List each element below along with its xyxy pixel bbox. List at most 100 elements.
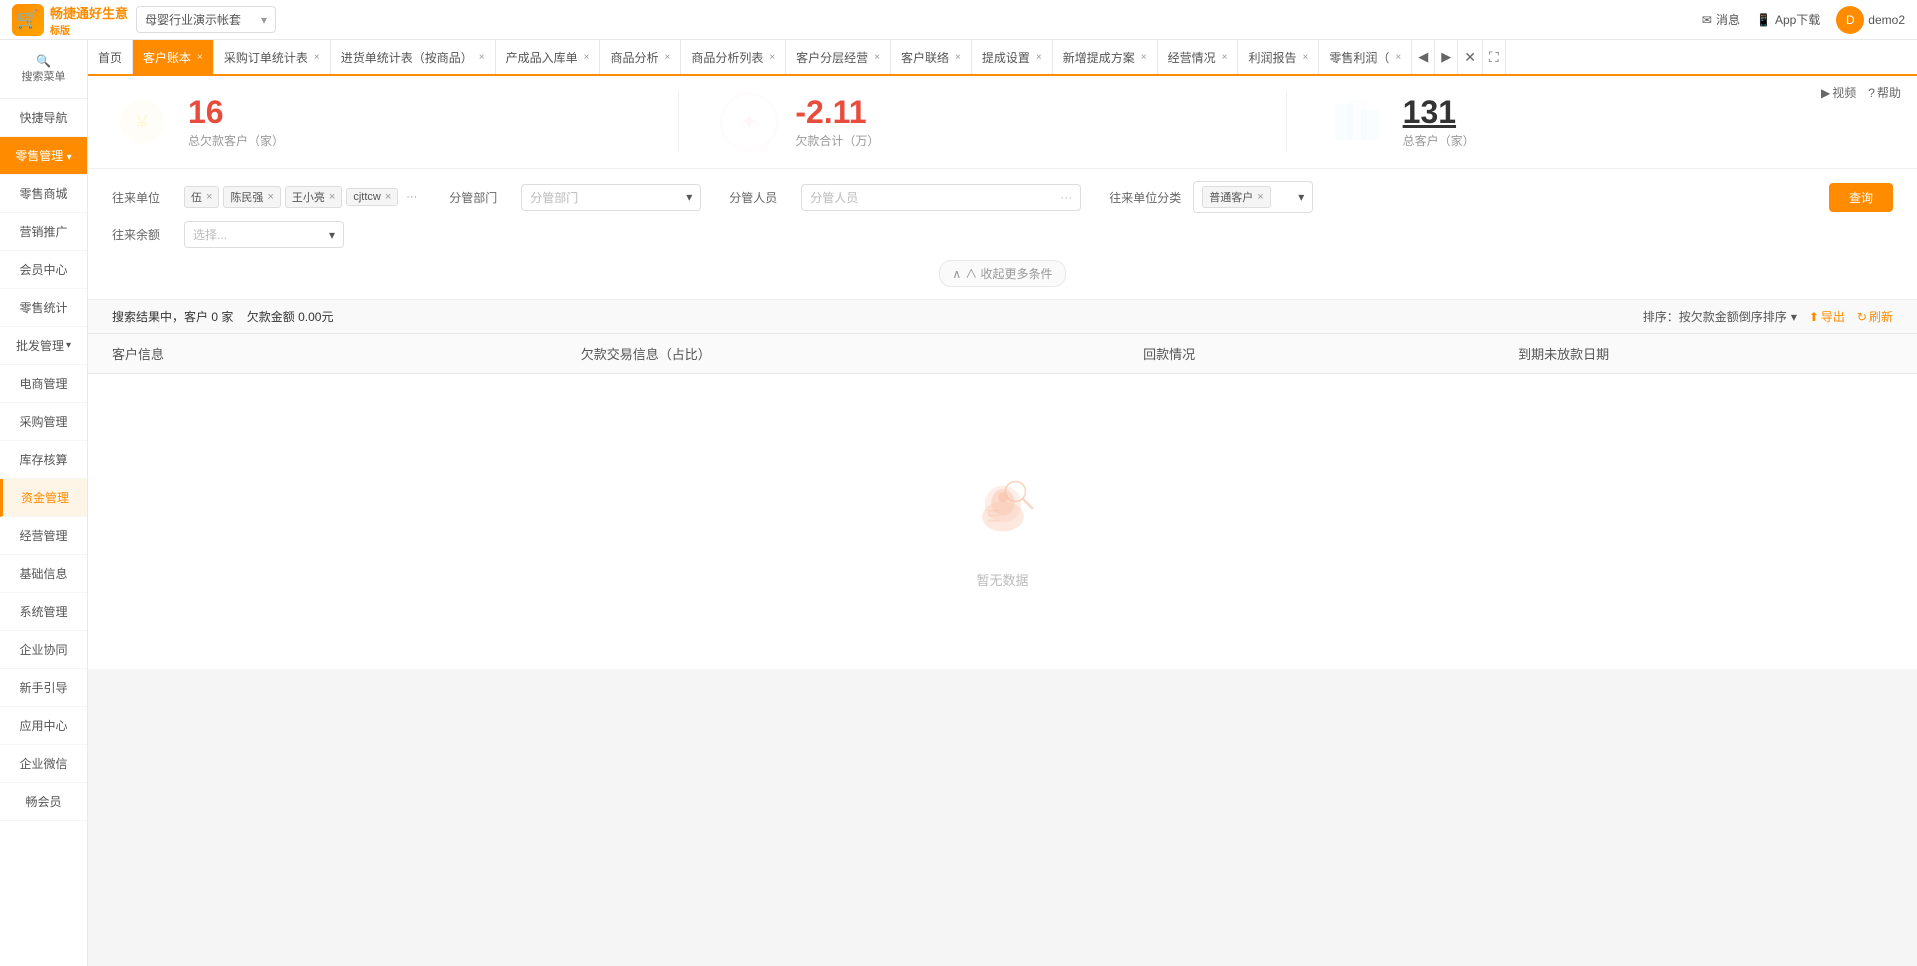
sidebar-item-marketing[interactable]: 营销推广: [0, 213, 87, 251]
video-btn[interactable]: ▶ 视频: [1821, 84, 1856, 101]
store-selector[interactable]: 母婴行业演示帐套 ▾: [136, 6, 276, 33]
sidebar-item-wholesale[interactable]: 批发管理 ▾: [0, 327, 87, 365]
tab-purchase-order-stats[interactable]: 采购订单统计表 ×: [214, 40, 331, 74]
stats-actions: ▶ 视频 ? 帮助: [1821, 84, 1901, 101]
sidebar-item-app-center[interactable]: 应用中心: [0, 707, 87, 745]
tag-close-unit3[interactable]: ×: [329, 191, 335, 203]
sidebar-item-inventory[interactable]: 库存核算: [0, 441, 87, 479]
search-menu-btn[interactable]: 🔍 搜索菜单: [8, 50, 79, 88]
filter-tags-more[interactable]: ···: [402, 189, 421, 205]
tab-close-purchase-order[interactable]: ×: [314, 52, 320, 63]
refresh-icon: ↻: [1857, 310, 1867, 324]
stat-icon-customers: ¥: [112, 92, 172, 152]
tab-close-product-in[interactable]: ×: [584, 52, 590, 63]
data-table: 客户信息 欠款交易信息（占比） 回款情况 到期未放款日期: [88, 334, 1917, 669]
sidebar-item-new-guide[interactable]: 新手引导: [0, 669, 87, 707]
sidebar-shortcut-nav[interactable]: 快捷导航: [0, 99, 87, 137]
tab-close-new-promotion[interactable]: ×: [1141, 52, 1147, 63]
main-container: 🔍 搜索菜单 快捷导航 零售管理 ▾ 零售商城 营销推广 会员中心 零售统计 批…: [0, 40, 1917, 966]
stat-icon-all-customers: [1327, 92, 1387, 152]
filter-tag-unit1[interactable]: 伍 ×: [184, 186, 219, 208]
tab-close-customer-capital[interactable]: ×: [197, 52, 203, 63]
tab-close-product-analysis[interactable]: ×: [664, 52, 670, 63]
tab-close-retail-profit[interactable]: ×: [1395, 52, 1401, 63]
message-icon: ✉: [1702, 13, 1712, 27]
message-btn[interactable]: ✉ 消息: [1702, 11, 1740, 28]
brand-logo[interactable]: 🛒 畅捷通好生意 标版: [12, 3, 128, 37]
tab-next-btn[interactable]: ▶: [1435, 40, 1458, 74]
tab-product-analysis[interactable]: 商品分析 ×: [600, 40, 681, 74]
empty-icon: [953, 454, 1053, 554]
query-button[interactable]: 查询: [1829, 183, 1893, 212]
sidebar-item-retail-mall[interactable]: 零售商城: [0, 175, 87, 213]
tab-prev-btn[interactable]: ◀: [1412, 40, 1435, 74]
sort-select[interactable]: 排序：按欠款金额倒序排序 ▾: [1643, 308, 1797, 325]
sidebar-item-enterprise-wechat[interactable]: 企业微信: [0, 745, 87, 783]
dept-filter-select[interactable]: 分管部门 ▾: [521, 184, 701, 211]
sidebar-item-retail-mgmt[interactable]: 零售管理 ▾: [0, 137, 87, 175]
tab-close-profit[interactable]: ×: [1302, 52, 1308, 63]
tab-close-ops[interactable]: ×: [1222, 52, 1228, 63]
tab-close-product-analysis-list[interactable]: ×: [769, 52, 775, 63]
unit-type-select[interactable]: 普通客户 × ▾: [1193, 181, 1313, 213]
tag-close-unit1[interactable]: ×: [206, 191, 212, 203]
tab-product-analysis-list[interactable]: 商品分析列表 ×: [681, 40, 786, 74]
sidebar-item-system[interactable]: 系统管理: [0, 593, 87, 631]
tab-product-in[interactable]: 产成品入库单 ×: [496, 40, 601, 74]
sidebar-item-operations[interactable]: 经营管理: [0, 517, 87, 555]
filter-row-1: 往来单位 伍 × 陈民强 × 王小亮 ×: [112, 181, 1893, 213]
unit-type-tag[interactable]: 普通客户 ×: [1202, 186, 1270, 208]
tab-ops-status[interactable]: 经营情况 ×: [1158, 40, 1239, 74]
tab-home[interactable]: 首页: [88, 40, 133, 74]
person-filter-select[interactable]: 分管人员 ···: [801, 184, 1081, 211]
sidebar-item-ecommerce[interactable]: 电商管理: [0, 365, 87, 403]
filter-tag-unit3[interactable]: 王小亮 ×: [285, 186, 342, 208]
tab-customer-capital[interactable]: 客户账本 ×: [133, 40, 214, 74]
tag-close-unit2[interactable]: ×: [267, 191, 273, 203]
content-area: 首页 客户账本 × 采购订单统计表 × 进货单统计表（按商品） × 产成品入库单…: [88, 40, 1917, 966]
sidebar-item-premium-member[interactable]: 畅会员: [0, 783, 87, 821]
export-icon: ⬆: [1809, 310, 1819, 324]
balance-select[interactable]: 选择... ▾: [184, 221, 344, 248]
tab-stock-stats[interactable]: 进货单统计表（按商品） ×: [331, 40, 496, 74]
tag-close-unit4[interactable]: ×: [385, 191, 391, 203]
stat-block-all-customers: 131 总客户（家）: [1287, 92, 1893, 152]
header-right: ✉ 消息 📱 App下载 D demo2: [1702, 6, 1905, 34]
tab-new-promotion[interactable]: 新增提成方案 ×: [1053, 40, 1158, 74]
col-header-date: 到期未放款日期: [1518, 344, 1893, 363]
tab-close-stock[interactable]: ×: [479, 52, 485, 63]
filter-tag-unit2[interactable]: 陈民强 ×: [223, 186, 280, 208]
stat-block-customers: ¥ 16 总欠款客户（家）: [112, 92, 679, 152]
unit-type-tag-close[interactable]: ×: [1257, 191, 1263, 203]
collapse-btn[interactable]: ∧ ∧ 收起更多条件: [939, 260, 1065, 287]
tab-retail-profit[interactable]: 零售利润（ ×: [1319, 40, 1412, 74]
app-download-btn[interactable]: 📱 App下载: [1756, 11, 1820, 28]
arrow-icon: ▾: [66, 340, 71, 351]
sidebar-item-purchase[interactable]: 采购管理: [0, 403, 87, 441]
empty-text: 暂无数据: [976, 570, 1028, 589]
user-avatar-area[interactable]: D demo2: [1836, 6, 1905, 34]
filter-tag-unit4[interactable]: cjttcw ×: [346, 188, 398, 206]
sidebar-item-membership[interactable]: 会员中心: [0, 251, 87, 289]
tab-close-customer-contact[interactable]: ×: [955, 52, 961, 63]
collapse-icon: ∧: [952, 267, 961, 281]
filter-section: 往来单位 伍 × 陈民强 × 王小亮 ×: [88, 169, 1917, 300]
sidebar-item-enterprise-coop[interactable]: 企业协同: [0, 631, 87, 669]
tab-fullscreen-btn[interactable]: ⛶: [1483, 40, 1506, 74]
tab-customer-seg[interactable]: 客户分层经营 ×: [786, 40, 891, 74]
stat-number-all-customers: 131: [1403, 96, 1869, 128]
export-btn[interactable]: ⬆ 导出: [1809, 308, 1845, 325]
sidebar-item-finance[interactable]: 资金管理: [0, 479, 87, 517]
tab-close-customer-seg[interactable]: ×: [874, 52, 880, 63]
col-header-repay: 回款情况: [1143, 344, 1518, 363]
refresh-btn[interactable]: ↻ 刷新: [1857, 308, 1893, 325]
tab-profit-report[interactable]: 利润报告 ×: [1238, 40, 1319, 74]
tab-bar: 首页 客户账本 × 采购订单统计表 × 进货单统计表（按商品） × 产成品入库单…: [88, 40, 1917, 76]
tab-close-promotion[interactable]: ×: [1036, 52, 1042, 63]
sidebar-item-basic-info[interactable]: 基础信息: [0, 555, 87, 593]
tab-promotion-settings[interactable]: 提成设置 ×: [972, 40, 1053, 74]
tab-customer-contact[interactable]: 客户联络 ×: [891, 40, 972, 74]
tab-close-all-btn[interactable]: ✕: [1458, 40, 1483, 74]
sidebar-item-retail-stats[interactable]: 零售统计: [0, 289, 87, 327]
help-btn[interactable]: ? 帮助: [1868, 84, 1901, 101]
